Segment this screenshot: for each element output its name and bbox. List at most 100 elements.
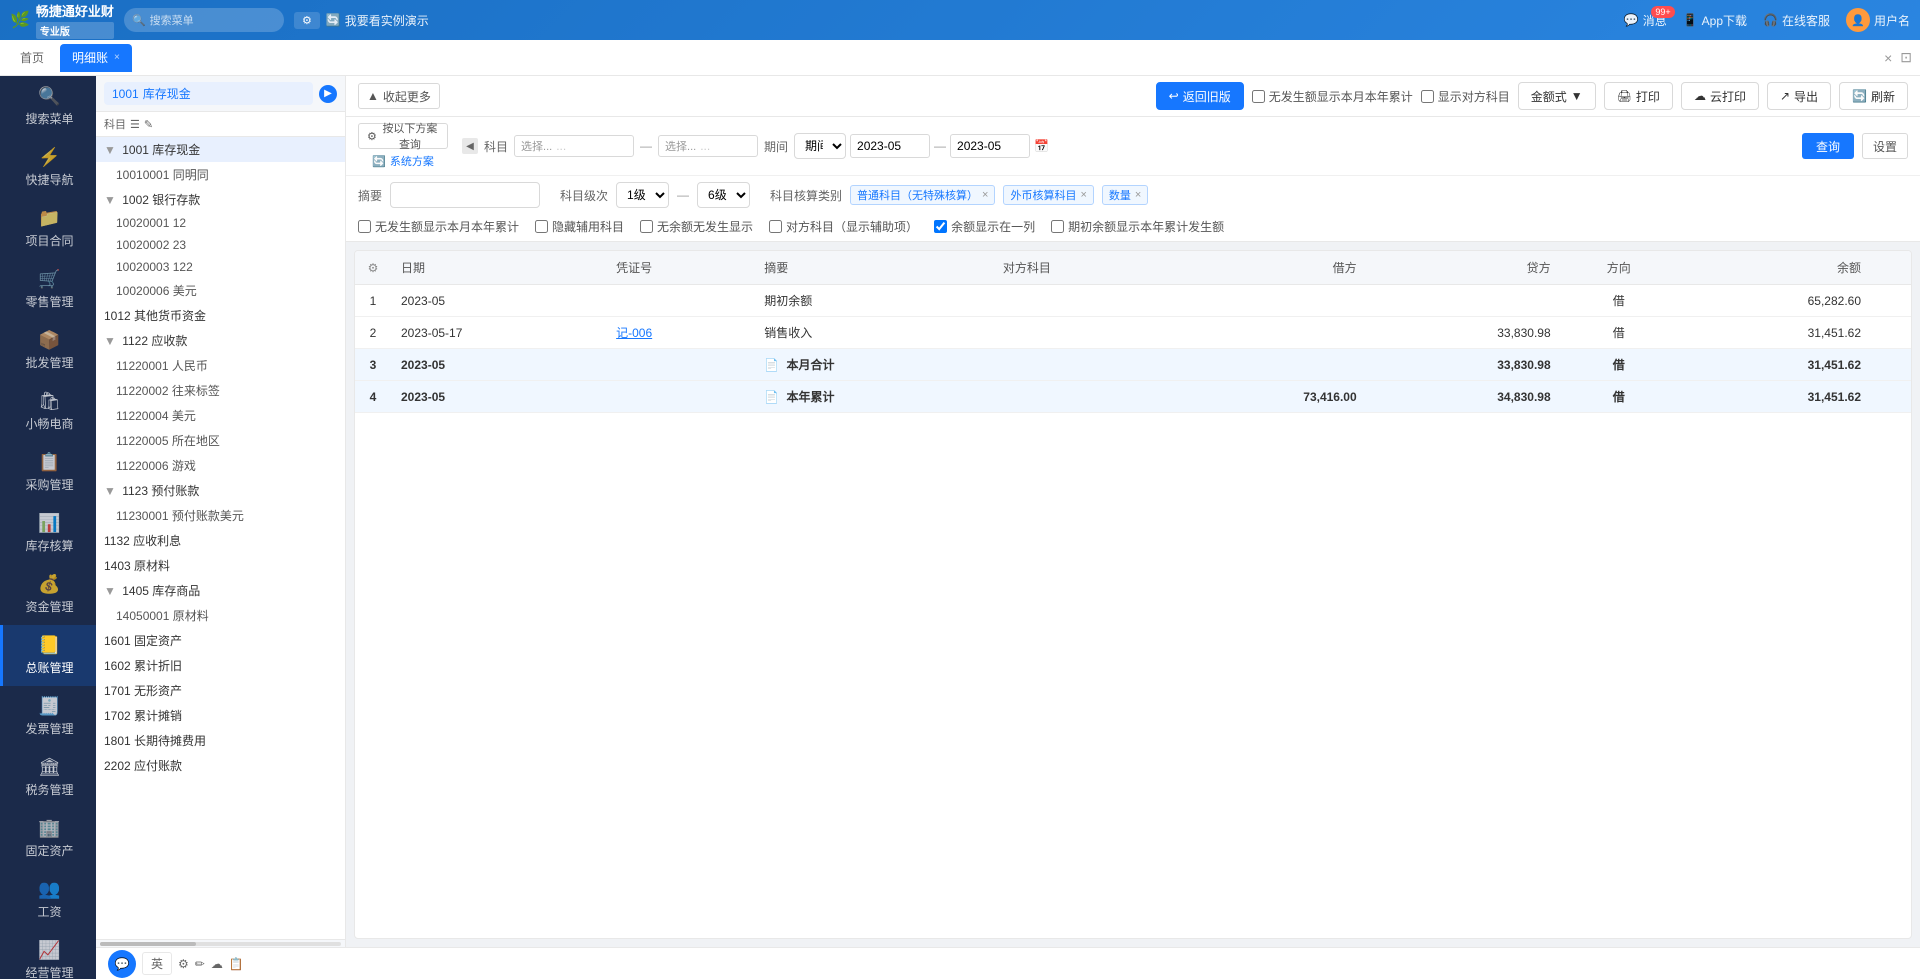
sidebar-item-tax[interactable]: 🏛 税务管理: [0, 747, 96, 808]
filter-tag-quantity-close[interactable]: ×: [1135, 189, 1141, 201]
app-download-btn[interactable]: 📱 App下载: [1683, 12, 1747, 29]
sidebar-item-salary[interactable]: 👥 工资: [0, 869, 96, 930]
tree-item-11230001[interactable]: 11230001 预付账款美元: [96, 503, 345, 528]
hide-assist-checkbox[interactable]: [535, 220, 548, 233]
tree-item-11220004[interactable]: 11220004 美元: [96, 403, 345, 428]
sidebar-item-ecom[interactable]: 🛍 小畅电商: [0, 381, 96, 442]
period-start-input[interactable]: [850, 134, 930, 158]
tree-item-1701[interactable]: 1701 无形资产: [96, 678, 345, 703]
sidebar-item-inventory[interactable]: 📊 库存核算: [0, 503, 96, 564]
tree-item-10010001[interactable]: 10010001 同明同: [96, 162, 345, 187]
no-occur-checkbox[interactable]: [358, 220, 371, 233]
tab-detail[interactable]: 明细账 ×: [60, 44, 132, 72]
sidebar-item-wholesale[interactable]: 📦 批发管理: [0, 320, 96, 381]
query-btn[interactable]: 查询: [1802, 133, 1854, 159]
filter-tag-foreign-close[interactable]: ×: [1080, 189, 1086, 201]
tree-item-1601[interactable]: 1601 固定资产: [96, 628, 345, 653]
setting-btn[interactable]: 设置: [1862, 133, 1908, 159]
account-selected[interactable]: 1001 库存现金: [104, 82, 313, 105]
sidebar-item-capital[interactable]: 💰 资金管理: [0, 564, 96, 625]
print-btn[interactable]: 🖨 打印: [1604, 82, 1673, 110]
period-type-select[interactable]: 期间: [794, 133, 846, 159]
chat-float-btn[interactable]: 💬: [108, 950, 136, 978]
tab-maximize-icon[interactable]: ⊡: [1900, 49, 1912, 66]
tab-close-icon[interactable]: ×: [114, 52, 120, 63]
sidebar-item-retail[interactable]: 🛒 零售管理: [0, 259, 96, 320]
tree-item-1801[interactable]: 1801 长期待摊费用: [96, 728, 345, 753]
status-list-icon[interactable]: 📋: [229, 957, 244, 971]
sidebar-item-invoice[interactable]: 🧾 发票管理: [0, 686, 96, 747]
subject-input-group-2[interactable]: 选择... ...: [658, 135, 758, 157]
collapse-filter-btn[interactable]: ◀: [462, 138, 478, 154]
tree-item-10020006[interactable]: 10020006 美元: [96, 278, 345, 303]
no-occur-checkbox-item[interactable]: 无发生额显示本月本年累计: [358, 218, 519, 235]
tree-item-1002[interactable]: ▼ 1002 银行存款: [96, 187, 345, 212]
tree-item-1403[interactable]: 1403 原材料: [96, 553, 345, 578]
tree-item-14050001[interactable]: 14050001 原材料: [96, 603, 345, 628]
refresh-btn[interactable]: 🔄 刷新: [1839, 82, 1908, 110]
user-profile[interactable]: 👤 用户名: [1846, 8, 1910, 32]
cloud-print-btn[interactable]: ☁ 云打印: [1681, 82, 1759, 110]
account-tree-expand-btn[interactable]: ▶: [319, 85, 337, 103]
sidebar-item-general-ledger[interactable]: 📒 总账管理: [0, 625, 96, 686]
show-assist-check[interactable]: 无发生额显示本月本年累计: [1252, 88, 1413, 105]
tree-item-10020002[interactable]: 10020002 23: [96, 234, 345, 256]
tree-item-10020003[interactable]: 10020003 122: [96, 256, 345, 278]
voucher-link[interactable]: 记-006: [616, 326, 652, 340]
tree-item-1132[interactable]: 1132 应收利息: [96, 528, 345, 553]
tree-item-11220006[interactable]: 11220006 游戏: [96, 453, 345, 478]
balance-one-col-checkbox[interactable]: [934, 220, 947, 233]
show-opposite-checkbox[interactable]: [1421, 90, 1434, 103]
tree-item-1405[interactable]: ▼ 1405 库存商品: [96, 578, 345, 603]
query-scheme-btn[interactable]: ⚙ 按以下方案查询: [358, 123, 448, 149]
sidebar-item-purchase[interactable]: 📋 采购管理: [0, 442, 96, 503]
tree-item-1123[interactable]: ▼ 1123 预付账款: [96, 478, 345, 503]
hide-assist-checkbox-item[interactable]: 隐藏辅用科目: [535, 218, 624, 235]
settings-icon[interactable]: ⚙: [294, 12, 320, 29]
sidebar-item-ops[interactable]: 📈 经营管理: [0, 930, 96, 979]
subject-input-group[interactable]: 选择... ...: [514, 135, 634, 157]
table-settings-icon[interactable]: ⚙: [368, 261, 379, 275]
tree-item-2202[interactable]: 2202 应付账款: [96, 753, 345, 778]
init-balance-checkbox[interactable]: [1051, 220, 1064, 233]
tree-item-1602[interactable]: 1602 累计折旧: [96, 653, 345, 678]
sidebar-item-quick-nav[interactable]: ⚡ 快捷导航: [0, 137, 96, 198]
lang-btn[interactable]: 英: [142, 952, 172, 975]
message-btn[interactable]: 💬 消息 99+: [1624, 12, 1667, 29]
tree-item-1001[interactable]: ▼ 1001 库存现金: [96, 137, 345, 162]
edit-icon[interactable]: ✎: [144, 118, 153, 131]
no-balance-checkbox[interactable]: [640, 220, 653, 233]
subject-level-start[interactable]: 1级2级: [616, 182, 669, 208]
tree-item-11220002[interactable]: 11220002 往来标签: [96, 378, 345, 403]
tab-home[interactable]: 首页: [8, 44, 56, 72]
sidebar-item-search[interactable]: 🔍 搜索菜单: [0, 76, 96, 137]
period-end-input[interactable]: [950, 134, 1030, 158]
search-box[interactable]: 🔍 搜索菜单: [124, 8, 284, 32]
show-assist-checkbox[interactable]: [1252, 90, 1265, 103]
balance-one-col-checkbox-item[interactable]: 余额显示在一列: [934, 218, 1035, 235]
system-scheme-btn[interactable]: 🔄 系统方案: [372, 153, 434, 169]
return-old-version-btn[interactable]: ↩ 返回旧版: [1156, 82, 1244, 110]
opposite-subject-checkbox-item[interactable]: 对方科目（显示辅助项）: [769, 218, 918, 235]
tree-item-11220001[interactable]: 11220001 人民币: [96, 353, 345, 378]
status-settings-icon[interactable]: ⚙: [178, 957, 189, 971]
tree-item-1702[interactable]: 1702 累计摊销: [96, 703, 345, 728]
opposite-subject-checkbox[interactable]: [769, 220, 782, 233]
show-opposite-check[interactable]: 显示对方科目: [1421, 88, 1510, 105]
status-edit-icon[interactable]: ✏: [195, 957, 205, 971]
calendar-icon[interactable]: 📅: [1034, 139, 1049, 153]
no-balance-checkbox-item[interactable]: 无余额无发生显示: [640, 218, 753, 235]
export-btn[interactable]: ↗ 导出: [1767, 82, 1831, 110]
list-view-icon[interactable]: ☰: [130, 118, 140, 131]
summary-input[interactable]: [390, 182, 540, 208]
init-balance-checkbox-item[interactable]: 期初余额显示本年累计发生额: [1051, 218, 1224, 235]
tree-item-1122[interactable]: ▼ 1122 应收款: [96, 328, 345, 353]
online-service-btn[interactable]: 🎧 在线客服: [1763, 12, 1830, 29]
tree-item-11220005[interactable]: 11220005 所在地区: [96, 428, 345, 453]
sidebar-item-fixed-asset[interactable]: 🏢 固定资产: [0, 808, 96, 869]
tree-item-1012[interactable]: 1012 其他货币资金: [96, 303, 345, 328]
status-cloud-icon[interactable]: ☁: [211, 957, 223, 971]
more-filters-btn[interactable]: ▲ 收起更多: [358, 83, 440, 109]
amount-mode-btn[interactable]: 金额式 ▼: [1518, 82, 1596, 110]
subject-level-end[interactable]: 6级5级: [697, 182, 750, 208]
